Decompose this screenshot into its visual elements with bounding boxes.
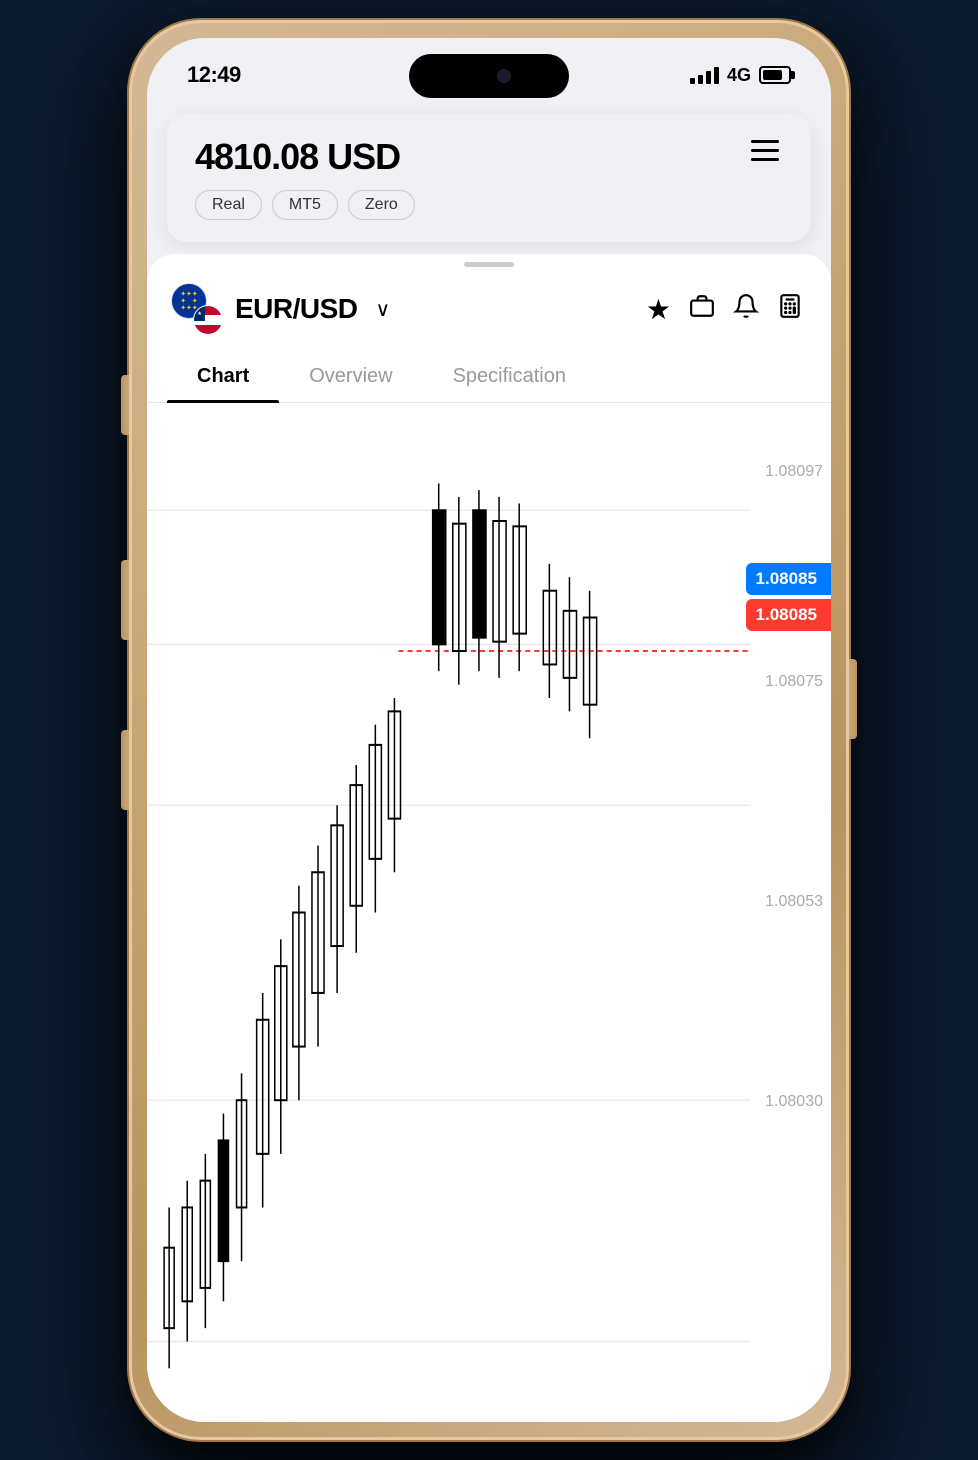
tag-real[interactable]: Real [195, 190, 262, 220]
drag-handle[interactable] [464, 262, 514, 267]
us-flag: ★ [193, 305, 223, 335]
volume-down-button[interactable] [121, 730, 129, 810]
tabs-container: Chart Overview Specification [147, 351, 831, 403]
favorite-star-icon[interactable]: ★ [646, 293, 671, 326]
mute-button[interactable] [121, 375, 129, 435]
status-right: 4G [690, 65, 791, 86]
currency-header: ✦✦✦✦ ✦✦✦✦ ★ [147, 275, 831, 351]
chevron-down-icon[interactable]: ∨ [376, 297, 391, 322]
signal-bar-2 [698, 75, 703, 84]
price-level-5: 1.08030 [765, 1093, 823, 1111]
phone-frame: 12:49 4G 4810.08 USD [129, 20, 849, 1440]
calculator-icon[interactable] [777, 293, 803, 326]
signal-bars [690, 66, 719, 84]
account-card: 4810.08 USD Real MT5 Zero [167, 114, 811, 242]
bell-icon[interactable] [733, 293, 759, 326]
price-level-1: 1.08097 [765, 463, 823, 481]
currency-pair-label[interactable]: EUR/USD [235, 293, 358, 325]
ask-price-badge: 1.08085 [746, 599, 831, 631]
account-info: 4810.08 USD Real MT5 Zero [195, 136, 747, 220]
status-time: 12:49 [187, 62, 241, 88]
hamburger-line-1 [751, 140, 779, 143]
tab-overview[interactable]: Overview [279, 351, 422, 402]
dynamic-island [409, 54, 569, 98]
price-level-3: 1.08075 [765, 673, 823, 691]
currency-actions: ★ [646, 293, 803, 326]
tag-zero[interactable]: Zero [348, 190, 415, 220]
tab-specification[interactable]: Specification [423, 351, 596, 402]
volume-up-button[interactable] [121, 560, 129, 640]
hamburger-icon [751, 140, 779, 161]
chart-area: 1.08097 1.08075 1.08053 1.08030 1.080 [147, 403, 831, 1422]
currency-left: ✦✦✦✦ ✦✦✦✦ ★ [171, 283, 390, 335]
phone-screen: 12:49 4G 4810.08 USD [147, 38, 831, 1422]
price-level-4: 1.08053 [765, 893, 823, 911]
bottom-sheet: ✦✦✦✦ ✦✦✦✦ ★ [147, 254, 831, 1422]
camera [497, 69, 511, 83]
candlestick-chart [147, 403, 831, 1422]
menu-button[interactable] [747, 136, 783, 165]
battery-fill [763, 70, 782, 80]
hamburger-line-2 [751, 149, 779, 152]
signal-bar-4 [714, 67, 719, 84]
battery-icon [759, 66, 791, 84]
power-button[interactable] [849, 659, 857, 739]
signal-bar-1 [690, 78, 695, 84]
account-tags: Real MT5 Zero [195, 190, 747, 220]
currency-flag: ✦✦✦✦ ✦✦✦✦ ★ [171, 283, 223, 335]
tab-chart[interactable]: Chart [167, 351, 279, 402]
briefcase-icon[interactable] [689, 293, 715, 326]
signal-bar-3 [706, 71, 711, 84]
tag-mt5[interactable]: MT5 [272, 190, 338, 220]
hamburger-line-3 [751, 158, 779, 161]
network-type: 4G [727, 65, 751, 86]
bid-price-badge: 1.08085 [746, 563, 831, 595]
price-badges: 1.08085 1.08085 [746, 563, 831, 631]
account-balance: 4810.08 USD [195, 136, 747, 178]
